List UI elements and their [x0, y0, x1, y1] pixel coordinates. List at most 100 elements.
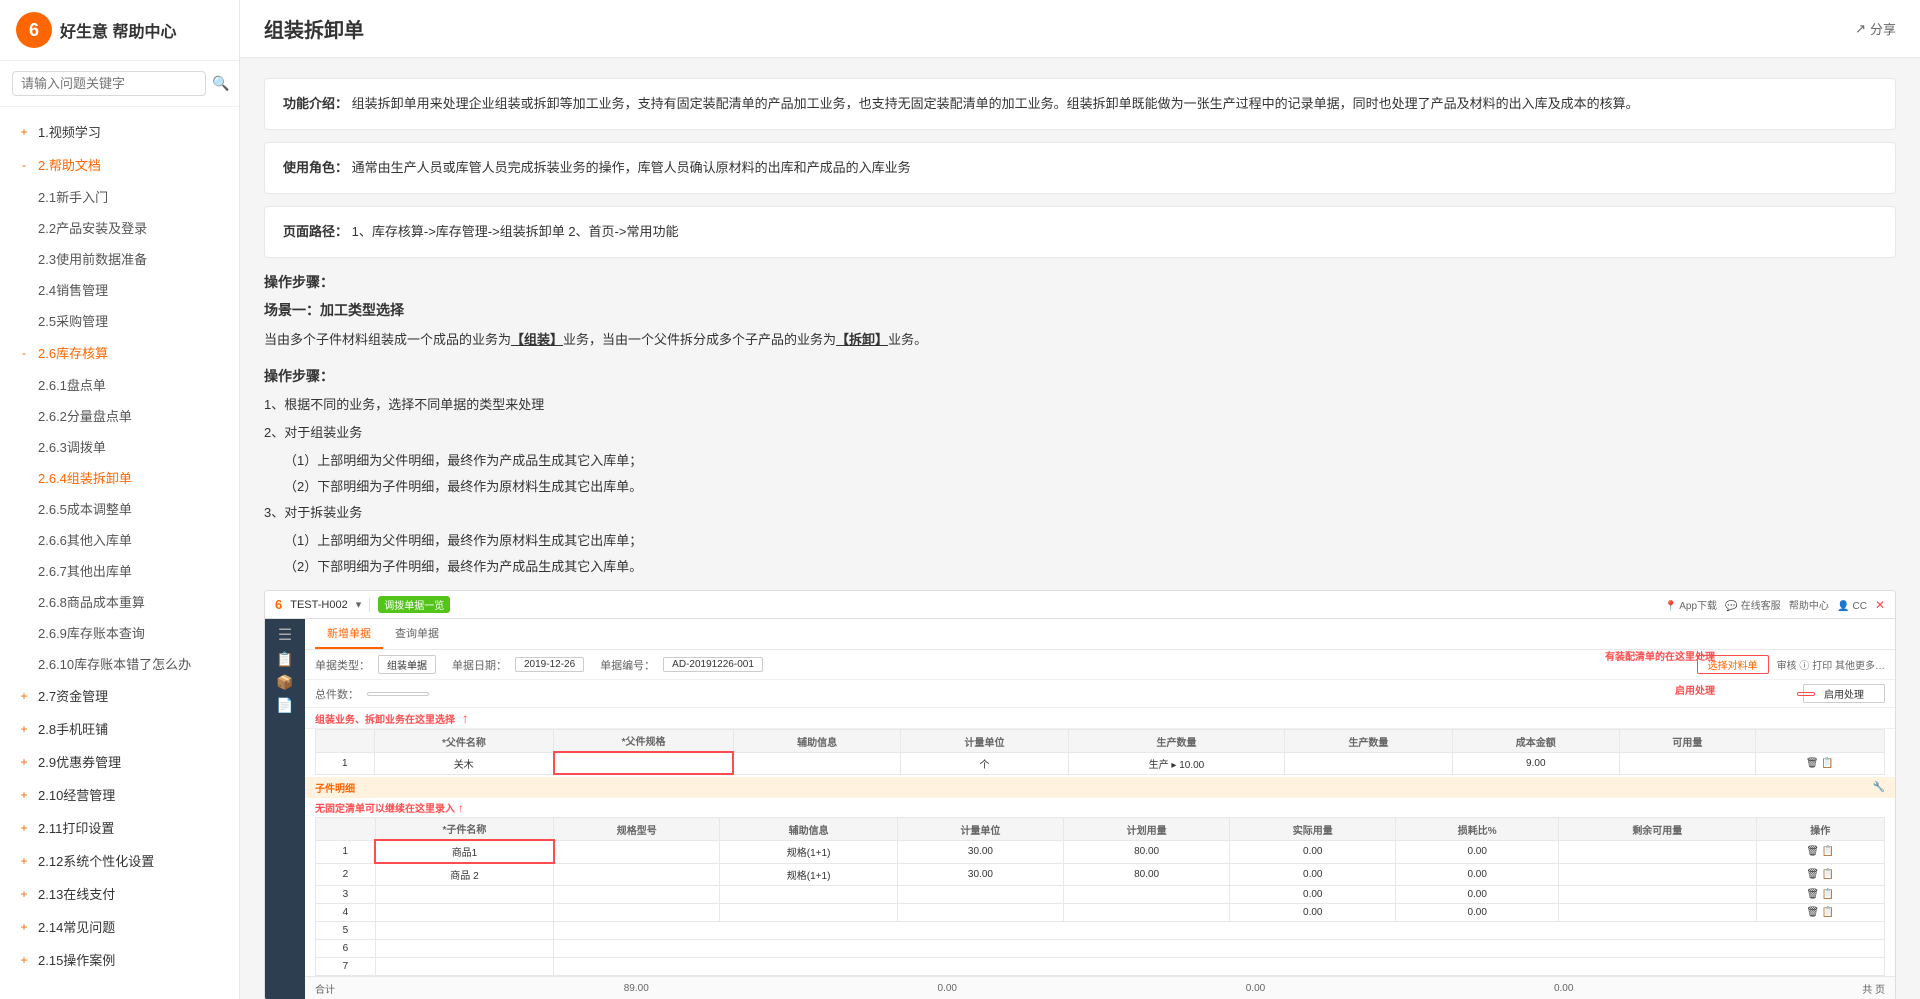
sidebar-item-account-wrong[interactable]: 2.6.10库存账本错了怎么办: [0, 648, 239, 679]
mock-sub-td-num6: 6: [316, 940, 376, 958]
sidebar-item-inventory-check[interactable]: 2.6.1盘点单: [0, 369, 239, 400]
mock-sub-td-plan: 80.00: [1064, 840, 1230, 863]
mock-sub-td-ops2: 🗑 📋: [1756, 863, 1884, 886]
sidebar-item-docs[interactable]: - 2.帮助文档: [0, 148, 239, 181]
mock-sub-row6: 6: [316, 940, 1885, 958]
mock-sub-td-unit2: 30.00: [897, 863, 1063, 886]
mock-doc-type-field[interactable]: 组装单据: [378, 655, 436, 674]
sidebar-item-label: 2.13在线支付: [38, 884, 115, 903]
mock-sidebar-icon2: 📋: [276, 651, 293, 668]
sidebar-item-coupon[interactable]: + 2.9优惠券管理: [0, 745, 239, 778]
intro-label: 功能介绍：: [283, 96, 348, 111]
mock-bottom-pages: 共 页: [1862, 981, 1885, 996]
sidebar-item-cost-reset[interactable]: 2.6.8商品成本重算: [0, 586, 239, 617]
sidebar-item-finance[interactable]: + 2.7资金管理: [0, 679, 239, 712]
search-icon[interactable]: 🔍: [212, 75, 229, 92]
share-label: 分享: [1870, 19, 1896, 38]
sidebar-item-online-pay[interactable]: + 2.13在线支付: [0, 877, 239, 910]
sidebar-item-purchase[interactable]: 2.5采购管理: [0, 305, 239, 336]
expand-icon: +: [16, 688, 32, 704]
mock-sub-td-unit: 30.00: [897, 840, 1063, 863]
role-text: 通常由生产人员或库管人员完成拆装业务的操作，库管人员确认原材料的出库和产成品的入…: [352, 160, 911, 175]
path-label: 页面路径：: [283, 224, 348, 239]
mock-th-unit: 计量单位: [901, 730, 1068, 753]
scene1-desc: 当由多个子件材料组装成一个成品的业务为【组装】业务，当由一个父件拆分成多个子产品…: [264, 328, 1896, 351]
mock-tabs: 新增单据 查询单据: [305, 619, 1895, 650]
sidebar-item-video[interactable]: + 1.视频学习: [0, 115, 239, 148]
sidebar-item-custom[interactable]: + 2.12系统个性化设置: [0, 844, 239, 877]
expand-icon: +: [16, 919, 32, 935]
mock-date-label: 单据日期：: [452, 657, 507, 673]
sidebar-item-other-in[interactable]: 2.6.6其他入库单: [0, 524, 239, 555]
mock-sub-row1: 1 商品1 规格(1+1) 30.00 80.00 0.00 0.00: [316, 840, 1885, 863]
mock-process-btn[interactable]: 启用处理: [1803, 684, 1885, 703]
divider: [369, 598, 370, 612]
mock-sub-th-check: [316, 818, 376, 841]
sidebar-item-new-user[interactable]: 2.1新手入门: [0, 181, 239, 212]
mock-sub-td-plan2: 80.00: [1064, 863, 1230, 886]
sidebar-item-cost-adj[interactable]: 2.6.5成本调整单: [0, 493, 239, 524]
mock-td-cost: 9.00: [1452, 752, 1619, 774]
mock-sub-td-aux3: [720, 886, 898, 904]
sidebar-item-other-out[interactable]: 2.6.7其他出库单: [0, 555, 239, 586]
mock-sub-td-spec3: [554, 886, 720, 904]
annotation-text-3: 无固定清单可以继续在这里录入: [315, 804, 455, 815]
sidebar-item-adjust[interactable]: 2.6.3调拨单: [0, 431, 239, 462]
sidebar-item-faq[interactable]: + 2.14常见问题: [0, 910, 239, 943]
mock-status-tag: 调拨单据一览: [378, 596, 450, 613]
mock-td-unit: 个: [901, 752, 1068, 774]
mock-sub-td-ops4: 🗑 📋: [1756, 904, 1884, 922]
sidebar-item-inventory-check2[interactable]: 2.6.9库存账本查询: [0, 617, 239, 648]
mock-td-parent-name: 关木: [374, 752, 554, 774]
share-button[interactable]: ↗ 分享: [1855, 19, 1896, 38]
mock-sub-th-loss: 损耗比%: [1396, 818, 1559, 841]
expand-icon: +: [16, 754, 32, 770]
sidebar-item-sales[interactable]: 2.4销售管理: [0, 274, 239, 305]
screenshot-mock: 6 TEST-H002 ▾ 调拨单据一览 📍 App下载 💬 在线客服 帮助中心…: [265, 591, 1895, 999]
mock-sub-td-loss2: 0.00: [1396, 863, 1559, 886]
mock-sub-td-remain2: [1559, 863, 1757, 886]
mock-annotation-row: 组装业务、拆卸业务在这里选择 ↑: [305, 708, 1895, 729]
step2-sub2: （2）下部明细为子件明细，最终作为原材料生成其它出库单。: [284, 476, 1896, 498]
sidebar-item-install[interactable]: 2.2产品安装及登录: [0, 212, 239, 243]
sidebar-item-assembly[interactable]: 2.6.4组装拆卸单: [0, 462, 239, 493]
sidebar-item-mobile[interactable]: + 2.8手机旺铺: [0, 712, 239, 745]
mock-docno-field[interactable]: AD-20191226-001: [663, 657, 763, 672]
sidebar-nav: + 1.视频学习 - 2.帮助文档 2.1新手入门 2.2产品安装及登录 2.3…: [0, 107, 239, 999]
mock-td-aux: [733, 752, 900, 774]
search-input[interactable]: [12, 71, 206, 96]
sidebar-item-data-prep[interactable]: 2.3使用前数据准备: [0, 243, 239, 274]
sidebar-item-operations[interactable]: + 2.10经营管理: [0, 778, 239, 811]
mock-date-field[interactable]: 2019-12-26: [515, 657, 584, 672]
mock-sub-td-actual4: 0.00: [1230, 904, 1396, 922]
mock-th-name: *父件名称: [374, 730, 554, 753]
mock-sub-td-spec4: [554, 904, 720, 922]
mock-doc-type-label: 单据类型：: [315, 657, 370, 673]
mock-bottom-val1: 89.00: [624, 983, 649, 994]
mock-count-field[interactable]: [367, 692, 429, 696]
sidebar-item-cases[interactable]: + 2.15操作案例: [0, 943, 239, 976]
annotation-text-2: 组装业务、拆卸业务在这里选择: [315, 715, 455, 726]
sidebar-item-label: 2.8手机旺铺: [38, 719, 108, 738]
expand-icon: +: [16, 952, 32, 968]
mock-tab-query[interactable]: 查询单据: [383, 619, 451, 649]
share-icon: ↗: [1855, 21, 1866, 37]
mock-upper-row1: 1 关木 个 生产 ▸ 10.00 9.00: [316, 752, 1885, 774]
mock-bottom-val2: 0.00: [938, 983, 957, 994]
expand-icon: +: [16, 820, 32, 836]
step2-sub1: （1）上部明细为父件明细，最终作为产成品生成其它入库单；: [284, 450, 1896, 472]
sidebar-item-label: 2.6库存核算: [38, 343, 108, 362]
mock-td-qty: 生产 ▸ 10.00: [1068, 752, 1285, 774]
sidebar-item-split-check[interactable]: 2.6.2分量盘点单: [0, 400, 239, 431]
mock-annotation-row2: 无固定清单可以继续在这里录入 ↑: [305, 798, 1895, 817]
main-area: 组装拆卸单 ↗ 分享 功能介绍： 组装拆卸单用来处理企业组装或拆卸等加工业务，支…: [240, 0, 1920, 999]
sidebar-item-inventory[interactable]: - 2.6库存核算: [0, 336, 239, 369]
sidebar-item-print[interactable]: + 2.11打印设置: [0, 811, 239, 844]
mock-sub-td-actual2: 0.00: [1230, 863, 1396, 886]
sidebar-item-label: 2.14常见问题: [38, 917, 115, 936]
mock-close-icon[interactable]: ✕: [1875, 598, 1885, 612]
mock-sub-td-spec: [554, 840, 720, 863]
mock-sub-td-aux2: 规格(1+1): [720, 863, 898, 886]
mock-sidebar-icon1: ☰: [278, 625, 292, 645]
mock-tab-new[interactable]: 新增单据: [315, 619, 383, 649]
